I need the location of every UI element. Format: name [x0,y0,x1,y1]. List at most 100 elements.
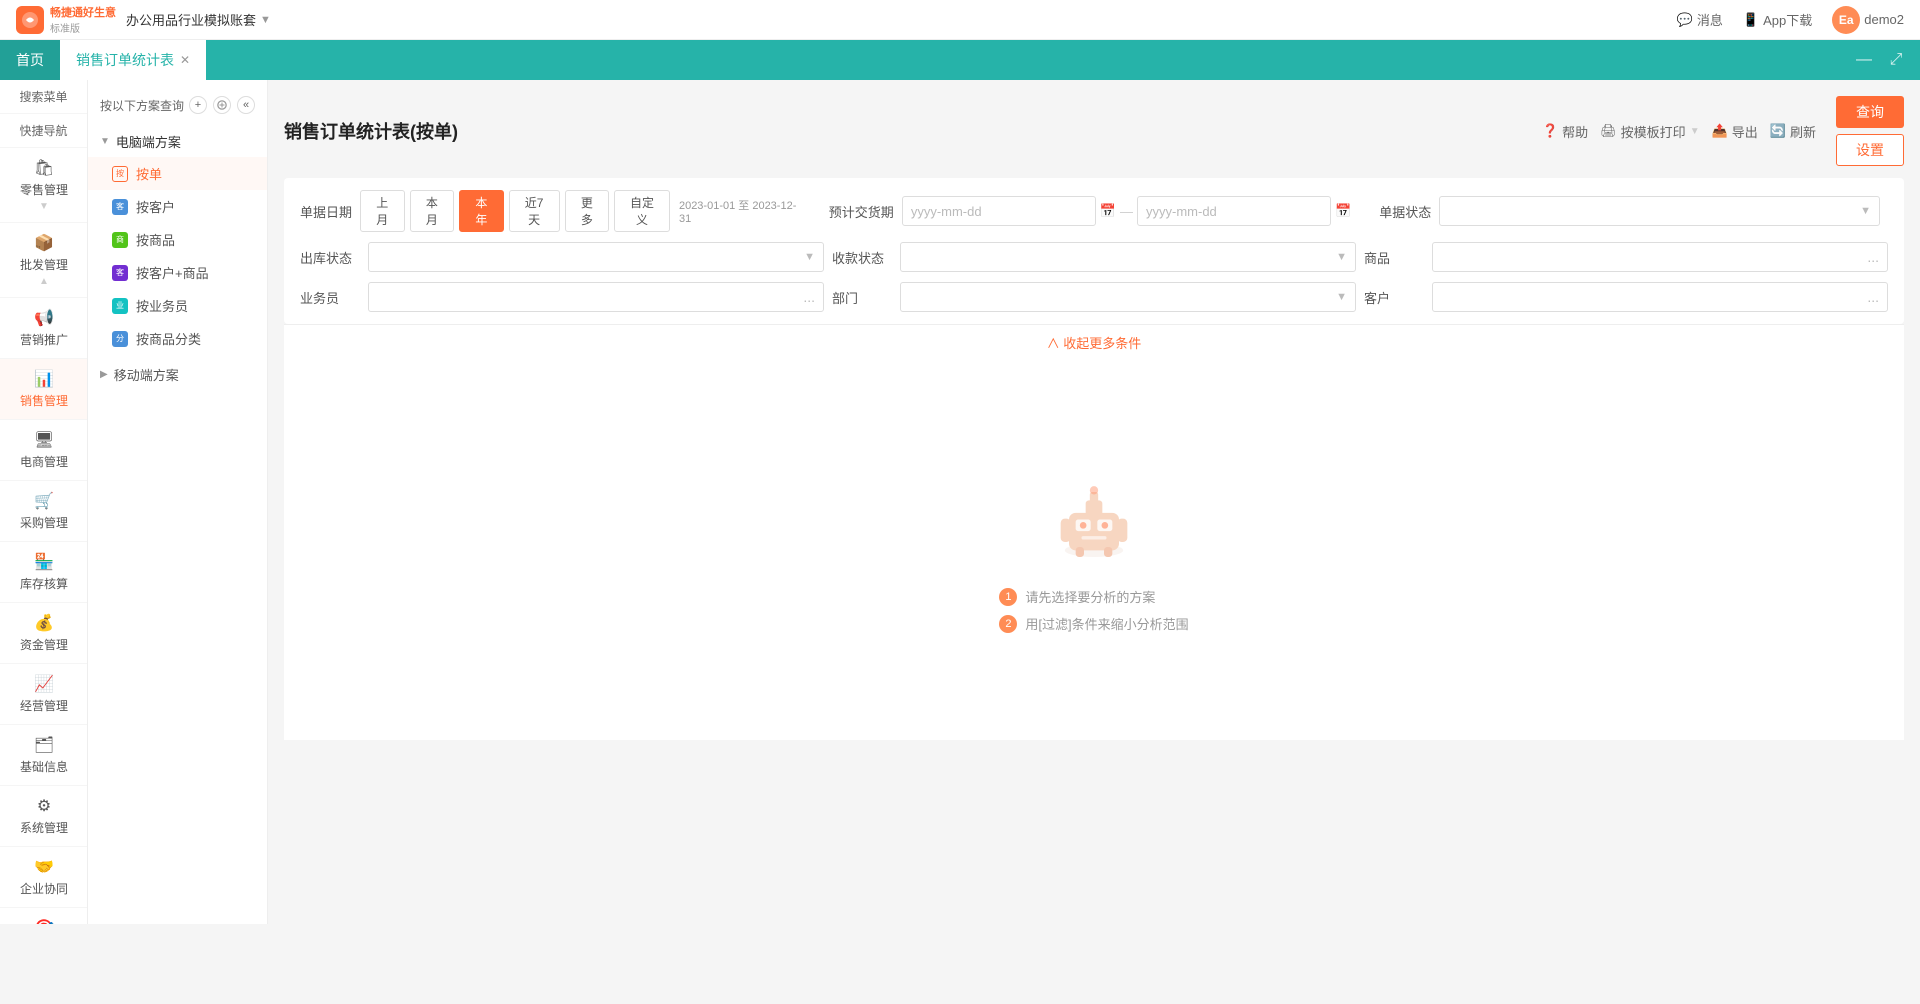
sidebar-item-marketing[interactable]: 📢 营销推广 [0,298,88,359]
sidebar-item-sales[interactable]: 📊 销售管理 [0,359,88,420]
sidebar-item-wholesale[interactable]: 📦 批发管理 ▲ [0,223,88,298]
sidebar-item-ecommerce[interactable]: 🖥 电商管理 [0,420,88,481]
collapse-scheme-button[interactable]: « [237,96,255,114]
enterprise-icon: 🤝 [34,857,54,877]
marketing-icon: 📢 [34,308,54,328]
ecommerce-icon: 🖥 [34,430,54,450]
delivery-date-end[interactable] [1137,196,1331,226]
ship-chevron-icon: ▼ [804,251,815,263]
sidebar-shortcut[interactable]: 快捷导航 [0,114,87,148]
help-button[interactable]: ❓ 帮助 [1542,122,1588,141]
scheme-by-salesperson-icon: 业 [112,298,128,314]
message-button[interactable]: 💬 消息 [1677,10,1723,29]
settings-button[interactable]: 设置 [1836,134,1904,166]
query-button[interactable]: 查询 [1836,96,1904,128]
export-button[interactable]: 📤 导出 [1712,122,1758,141]
ship-status-select[interactable]: ▼ [368,242,824,272]
wholesale-icon: 📦 [34,233,54,253]
scheme-item-by-salesperson[interactable]: 业 按业务员 [88,289,267,322]
finance-icon: 💰 [34,613,54,633]
empty-hints: 1 请先选择要分析的方案 2 用[过滤]条件来缩小分析范围 [999,587,1188,633]
main-layout: 搜索菜单 快捷导航 🛍 零售管理 ▼ 📦 批发管理 ▲ 📢 营销推广 📊 销售管… [0,80,1920,924]
filter-row-2: 出库状态 ▼ 收款状态 ▼ 商品 ... [300,242,1888,272]
tab-home[interactable]: 首页 [0,40,60,80]
sidebar-item-basic[interactable]: 🗂 基础信息 [0,725,88,786]
logo-icon [16,6,44,34]
top-header: 畅捷通好生意 标准版 办公用品行业模拟账套 ▼ 💬 消息 📱 App下载 Ea … [0,0,1920,40]
date-this-year[interactable]: 本年 [459,190,504,232]
scheme-by-customer-icon: 客 [112,199,128,215]
salesperson-select[interactable]: ... [368,282,824,312]
pc-section-header[interactable]: ▼ 电脑端方案 [88,126,267,157]
app-download-button[interactable]: 📱 App下载 [1743,10,1812,29]
edit-scheme-button[interactable] [213,96,231,114]
sales-icon: 📊 [34,369,54,389]
sidebar-item-system[interactable]: ⚙ 系统管理 [0,786,88,847]
add-scheme-button[interactable]: + [189,96,207,114]
page-title: 销售订单统计表(按单) [284,118,458,144]
customer-dots-icon[interactable]: ... [1867,289,1879,305]
logo-area: 畅捷通好生意 标准版 [16,4,116,35]
refresh-button[interactable]: 🔄 刷新 [1770,122,1816,141]
scheme-item-by-category[interactable]: 分 按商品分类 [88,322,267,355]
tab-close-icon[interactable]: ✕ [180,53,190,67]
operations-icon: 📈 [34,674,54,694]
avatar: Ea [1832,6,1860,34]
date-more[interactable]: 更多 [565,190,610,232]
arrow-up-icon: ▲ [39,276,49,287]
scheme-item-by-order[interactable]: 按 按单 [88,157,267,190]
print-chevron-icon: ▼ [1690,126,1700,137]
tab-bar: 首页 销售订单统计表 ✕ — ⤢ [0,40,1920,80]
sidebar-item-retail[interactable]: 🛍 零售管理 ▼ [0,148,88,223]
date-label: 单据日期 [300,202,352,221]
tab-sales-stats[interactable]: 销售订单统计表 ✕ [60,40,206,80]
delivery-date-start[interactable] [902,196,1096,226]
department-select[interactable]: ▼ [900,282,1356,312]
chevron-down-icon: ▼ [260,14,271,26]
date-controls: 上月 本月 本年 近7天 更多 自定义 2023-01-01 至 2023-12… [360,190,801,232]
mobile-section-header[interactable]: ▶ 移动端方案 [88,359,267,390]
user-profile[interactable]: Ea demo2 [1832,6,1904,34]
collapse-bar[interactable]: ∧ 收起更多条件 [284,324,1904,360]
payment-status-select[interactable]: ▼ [900,242,1356,272]
scheme-panel-actions: + « [189,96,255,114]
refresh-icon: 🔄 [1770,123,1786,139]
sidebar-item-operations[interactable]: 📈 经营管理 [0,664,88,725]
maximize-icon[interactable]: ⤢ [1884,48,1908,72]
date-calendar-icon-1[interactable]: 📅 [1100,203,1116,219]
sidebar-item-inventory[interactable]: 🏪 库存核算 [0,542,88,603]
print-icon: 🖨 [1600,123,1617,139]
product-dots-icon[interactable]: ... [1867,249,1879,265]
help-icon: ❓ [1542,123,1558,139]
customer-label: 客户 [1364,288,1424,307]
retail-icon: 🛍 [34,158,54,178]
company-selector[interactable]: 办公用品行业模拟账套 ▼ [126,10,271,29]
sidebar-item-purchase[interactable]: 🛒 采购管理 [0,481,88,542]
sidebar-item-enterprise[interactable]: 🤝 企业协同 [0,847,88,908]
arrow-icon: ▼ [39,201,49,212]
customer-select[interactable]: ... [1432,282,1888,312]
sidebar-item-newbie[interactable]: 🎯 新手引导 [0,908,88,924]
scheme-by-order-icon: 按 [112,166,128,182]
empty-hint-2: 2 用[过滤]条件来缩小分析范围 [999,614,1188,633]
scheme-by-product-icon: 商 [112,232,128,248]
content-area: 按以下方案查询 + « ▼ 电脑端方案 按 按单 [88,80,1920,924]
date-custom[interactable]: 自定义 [614,190,670,232]
logo-text: 畅捷通好生意 标准版 [50,4,116,35]
product-select[interactable]: ... [1432,242,1888,272]
date-calendar-icon-2[interactable]: 📅 [1335,203,1351,219]
salesperson-dots-icon[interactable]: ... [803,289,815,305]
doc-status-select[interactable]: ▼ [1439,196,1880,226]
sidebar-search[interactable]: 搜索菜单 [0,80,87,114]
scheme-item-by-product[interactable]: 商 按商品 [88,223,267,256]
minimize-icon[interactable]: — [1852,48,1876,72]
sidebar-item-finance[interactable]: 💰 资金管理 [0,603,88,664]
date-divider: — [1120,204,1133,219]
scheme-item-by-customer[interactable]: 客 按客户 [88,190,267,223]
date-last-month[interactable]: 上月 [360,190,405,232]
date-last-7-days[interactable]: 近7天 [509,190,560,232]
scheme-item-by-customer-product[interactable]: 客 按客户+商品 [88,256,267,289]
print-button[interactable]: 🖨 按模板打印 ▼ [1600,122,1699,141]
filter-row-3: 业务员 ... 部门 ▼ 客户 ... [300,282,1888,312]
date-this-month[interactable]: 本月 [410,190,455,232]
